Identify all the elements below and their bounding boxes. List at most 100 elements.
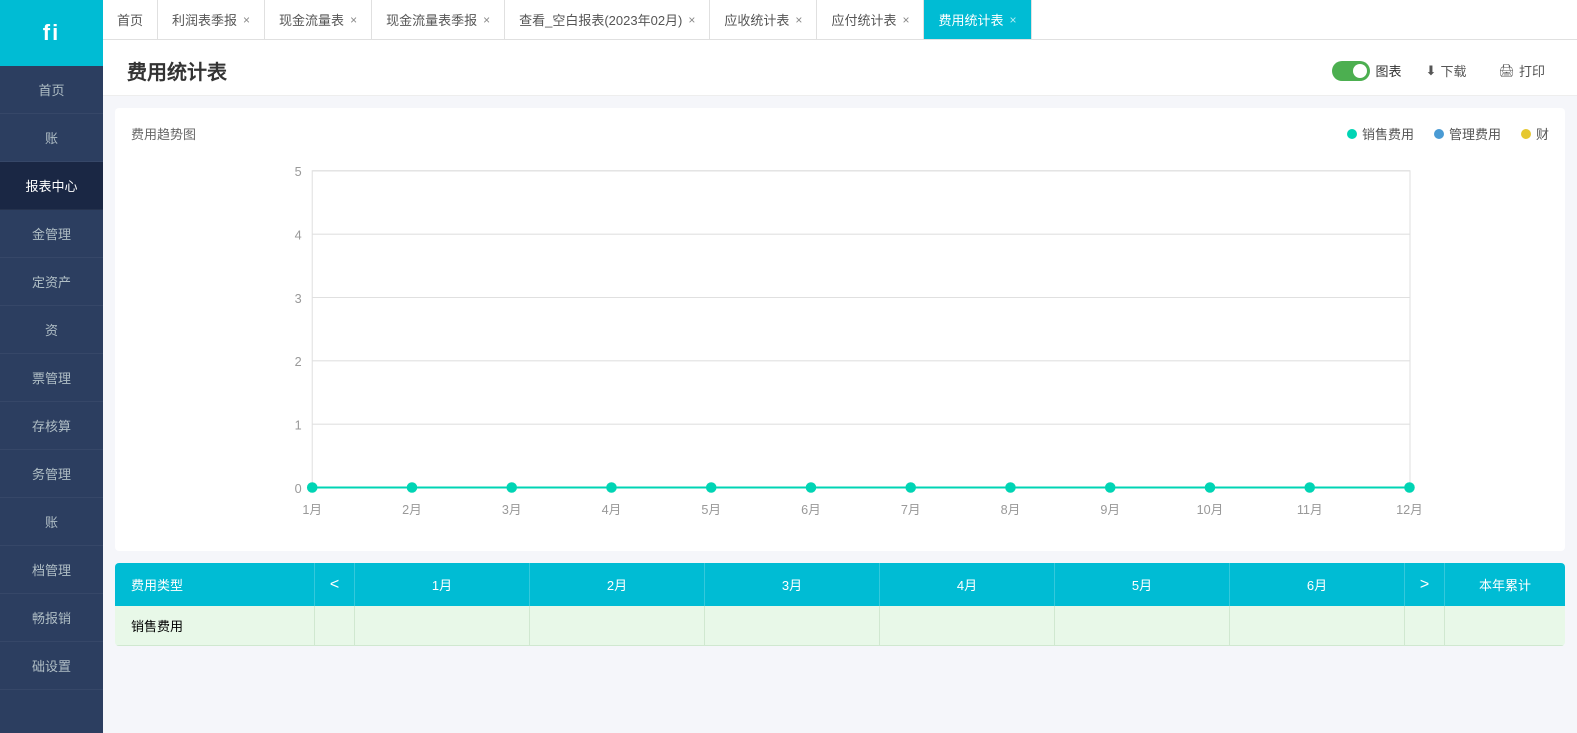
tab-payable[interactable]: 应付统计表 × xyxy=(817,0,924,39)
th-month2: 2月 xyxy=(530,563,705,606)
tab-receivable[interactable]: 应收统计表 × xyxy=(710,0,817,39)
svg-text:3: 3 xyxy=(295,292,302,306)
chart-legend: 销售费用 管理费用 财 xyxy=(1347,124,1549,143)
tab-home-label: 首页 xyxy=(117,10,143,29)
close-icon[interactable]: × xyxy=(688,13,695,27)
svg-text:10月: 10月 xyxy=(1197,503,1224,517)
sidebar-item-account[interactable]: 账 xyxy=(0,114,103,162)
sidebar-item-report-center[interactable]: 报表中心 xyxy=(0,162,103,210)
th-yearly: 本年累计 xyxy=(1445,563,1565,606)
chart-toggle-wrap: 图表 xyxy=(1332,61,1402,81)
svg-text:4: 4 xyxy=(295,228,302,242)
chart-toggle[interactable] xyxy=(1332,61,1370,81)
th-month4: 4月 xyxy=(880,563,1055,606)
print-label: 打印 xyxy=(1519,61,1545,80)
svg-text:5: 5 xyxy=(295,165,302,179)
close-icon[interactable]: × xyxy=(483,13,490,27)
td-yearly xyxy=(1445,606,1565,645)
sidebar-item-archives[interactable]: 档管理 xyxy=(0,546,103,594)
trend-chart: 0 1 2 3 4 5 xyxy=(131,155,1549,535)
td-prev-nav xyxy=(315,606,355,645)
sidebar-item-basic-settings[interactable]: 础设置 xyxy=(0,642,103,690)
svg-text:2: 2 xyxy=(295,355,302,369)
tab-bar: 首页 利润表季报 × 现金流量表 × 现金流量表季报 × 查看_空白报表(202… xyxy=(103,0,1577,40)
print-button[interactable]: 🖨 打印 xyxy=(1490,57,1553,84)
svg-text:2月: 2月 xyxy=(402,503,422,517)
tab-cash-flow[interactable]: 现金流量表 × xyxy=(265,0,372,39)
legend-label-sales: 销售费用 xyxy=(1362,124,1414,143)
legend-dot-finance xyxy=(1521,129,1531,139)
table-row: 销售费用 xyxy=(115,606,1565,646)
tab-check-blank-label: 查看_空白报表(2023年02月) xyxy=(519,10,682,29)
td-m4 xyxy=(880,606,1055,645)
tab-home[interactable]: 首页 xyxy=(103,0,158,39)
svg-text:6月: 6月 xyxy=(801,503,821,517)
sidebar-item-business[interactable]: 务管理 xyxy=(0,450,103,498)
legend-sales: 销售费用 xyxy=(1347,124,1414,143)
th-next[interactable]: > xyxy=(1405,563,1445,606)
next-button[interactable]: > xyxy=(1420,576,1429,594)
svg-text:12月: 12月 xyxy=(1396,503,1423,517)
th-month5: 5月 xyxy=(1055,563,1230,606)
svg-text:3月: 3月 xyxy=(502,503,522,517)
td-next-nav xyxy=(1405,606,1445,645)
legend-dot-sales xyxy=(1347,129,1357,139)
chart-header: 费用趋势图 销售费用 管理费用 财 xyxy=(131,124,1549,143)
sidebar-item-fixed-assets[interactable]: 定资产 xyxy=(0,258,103,306)
tab-expense-label: 费用统计表 xyxy=(938,10,1003,29)
sidebar-item-home[interactable]: 首页 xyxy=(0,66,103,114)
page-title: 费用统计表 xyxy=(127,56,227,85)
close-icon[interactable]: × xyxy=(1009,13,1016,27)
svg-text:1: 1 xyxy=(295,418,302,432)
download-label: 下载 xyxy=(1440,61,1466,80)
close-icon[interactable]: × xyxy=(350,13,357,27)
toggle-label: 图表 xyxy=(1376,61,1402,80)
legend-label-management: 管理费用 xyxy=(1449,124,1501,143)
svg-text:11月: 11月 xyxy=(1297,503,1323,517)
sidebar-item-invoice[interactable]: 票管理 xyxy=(0,354,103,402)
sidebar-item-ledger[interactable]: 账 xyxy=(0,498,103,546)
td-type: 销售费用 xyxy=(115,606,315,645)
th-type: 费用类型 xyxy=(115,563,315,606)
svg-text:4月: 4月 xyxy=(602,503,622,517)
sidebar: fi 首页 账 报表中心 金管理 定资产 资 票管理 存核算 务管理 账 档管理… xyxy=(0,0,103,733)
legend-dot-management xyxy=(1434,129,1444,139)
legend-label-finance: 财 xyxy=(1536,124,1549,143)
page-content: 费用统计表 图表 ⬇ 下载 🖨 打印 费用趋势图 xyxy=(103,40,1577,733)
sidebar-item-fund[interactable]: 金管理 xyxy=(0,210,103,258)
close-icon[interactable]: × xyxy=(902,13,909,27)
table-header: 费用类型 < 1月 2月 3月 4月 5月 6月 > 本年累计 xyxy=(115,563,1565,606)
tab-cash-flow-quarterly-label: 现金流量表季报 xyxy=(386,10,477,29)
svg-text:1月: 1月 xyxy=(302,503,322,517)
prev-button[interactable]: < xyxy=(330,576,339,594)
sidebar-item-inventory[interactable]: 存核算 xyxy=(0,402,103,450)
tab-cash-flow-quarterly[interactable]: 现金流量表季报 × xyxy=(372,0,505,39)
sidebar-logo: fi xyxy=(0,0,103,66)
td-m1 xyxy=(355,606,530,645)
tab-expense[interactable]: 费用统计表 × xyxy=(924,0,1031,39)
sidebar-item-write-off[interactable]: 畅报销 xyxy=(0,594,103,642)
tab-check-blank[interactable]: 查看_空白报表(2023年02月) × xyxy=(505,0,710,39)
svg-text:9月: 9月 xyxy=(1100,503,1120,517)
tab-receivable-label: 应收统计表 xyxy=(724,10,789,29)
close-icon[interactable]: × xyxy=(243,13,250,27)
chart-title: 费用趋势图 xyxy=(131,124,196,143)
td-m6 xyxy=(1230,606,1405,645)
legend-management: 管理费用 xyxy=(1434,124,1501,143)
close-icon[interactable]: × xyxy=(795,13,802,27)
svg-text:8月: 8月 xyxy=(1001,503,1021,517)
tab-payable-label: 应付统计表 xyxy=(831,10,896,29)
page-header: 费用统计表 图表 ⬇ 下载 🖨 打印 xyxy=(103,40,1577,96)
th-prev[interactable]: < xyxy=(315,563,355,606)
th-month3: 3月 xyxy=(705,563,880,606)
tab-cash-flow-label: 现金流量表 xyxy=(279,10,344,29)
chart-container: 0 1 2 3 4 5 xyxy=(131,155,1549,535)
th-month6: 6月 xyxy=(1230,563,1405,606)
td-m3 xyxy=(705,606,880,645)
chart-section: 费用趋势图 销售费用 管理费用 财 xyxy=(115,108,1565,551)
legend-finance: 财 xyxy=(1521,124,1549,143)
tab-profit-quarterly[interactable]: 利润表季报 × xyxy=(158,0,265,39)
td-m5 xyxy=(1055,606,1230,645)
sidebar-item-salary[interactable]: 资 xyxy=(0,306,103,354)
download-button[interactable]: ⬇ 下载 xyxy=(1418,57,1475,84)
